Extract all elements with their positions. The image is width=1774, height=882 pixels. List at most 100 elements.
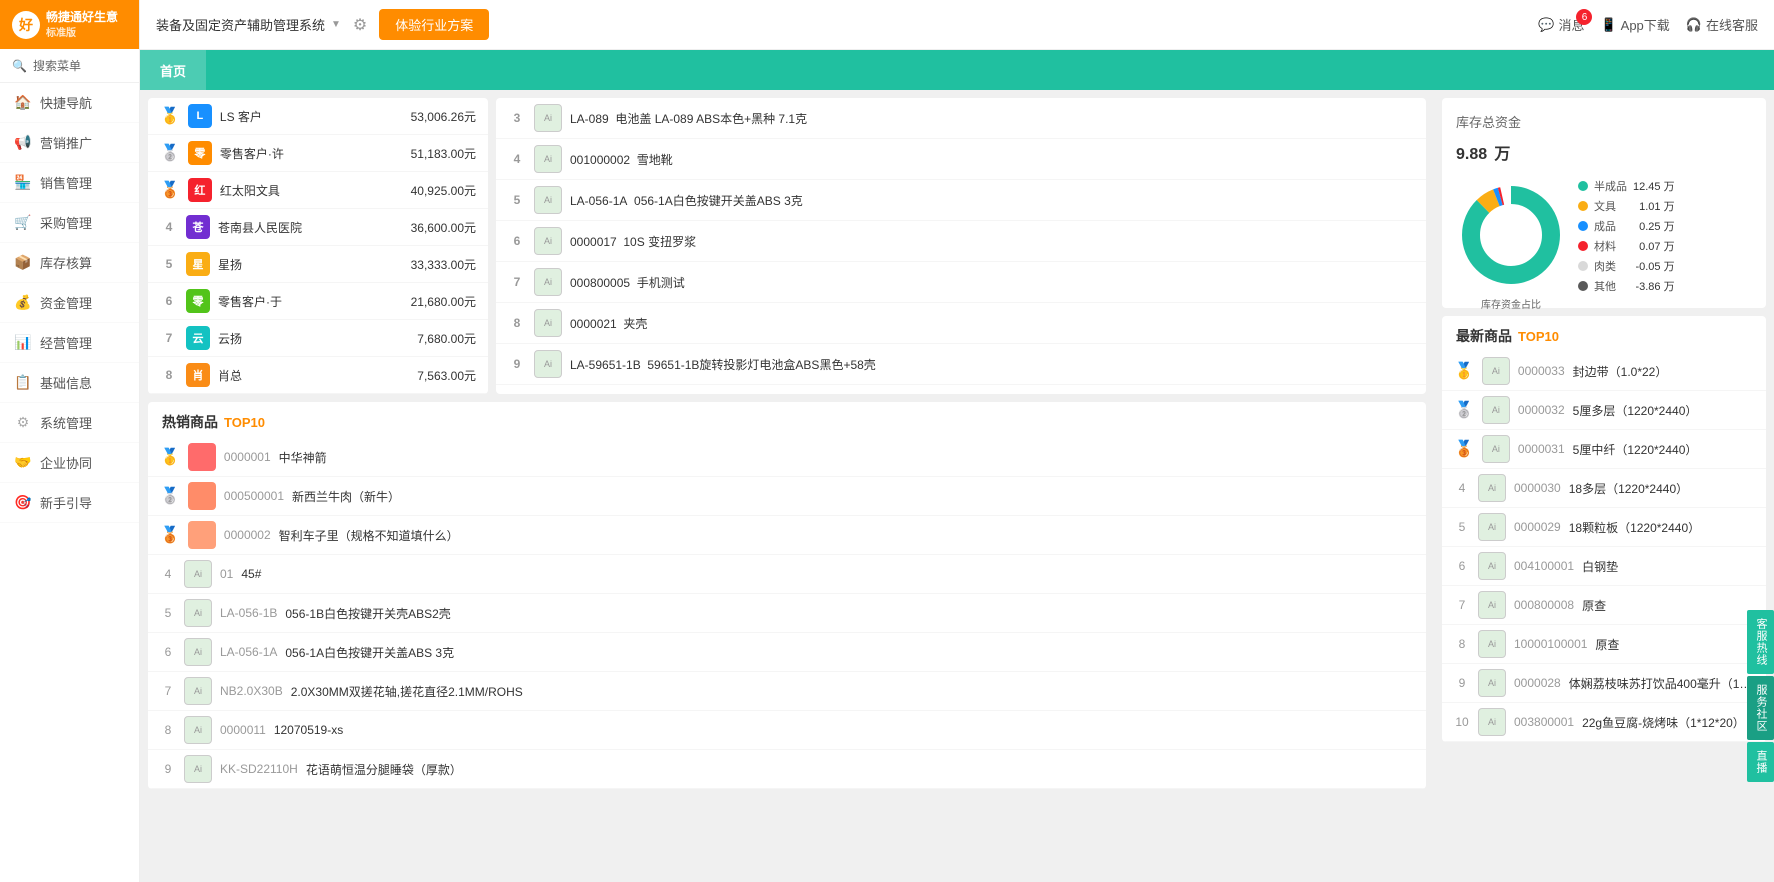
message-item[interactable]: 💬 消息 6 <box>1538 15 1584 34</box>
new-products-header: 最新商品 TOP10 <box>1442 316 1766 352</box>
legend-dot <box>1578 281 1588 291</box>
hot-rank-num: 9 <box>160 762 176 776</box>
product-scroll-panel: 3 Ai LA-089 电池盖 LA-089 ABS本色+黑种 7.1克 4 A… <box>496 98 1426 394</box>
new-prod-img: Ai <box>1482 357 1510 385</box>
main-container: 装备及固定资产辅助管理系统 ▼ ⚙ 体验行业方案 💬 消息 6 📱 App下载 … <box>140 0 1774 882</box>
app-download-item[interactable]: 📱 App下载 <box>1600 15 1669 34</box>
rank-name: 星扬 <box>218 256 403 273</box>
sidebar-item-basic-info[interactable]: 📋基础信息 <box>0 363 139 403</box>
hot-rank-medal: 🥈 <box>160 486 180 506</box>
settings-icon[interactable]: ⚙ <box>353 15 367 35</box>
sidebar-item-operations[interactable]: 📊经营管理 <box>0 323 139 363</box>
logo-icon: 好 <box>12 11 40 39</box>
sidebar-item-purchase[interactable]: 🛒 采购管理 <box>0 203 139 243</box>
new-prod-code: 0000028 <box>1514 676 1561 690</box>
nav-tabs: 首页 <box>140 50 1774 90</box>
rank-medal: 🥉 <box>160 180 180 200</box>
nav-icon-finance: 💰 <box>14 294 32 312</box>
new-prod-name: 5厘多层（1220*2440） <box>1573 402 1754 419</box>
rank-medal: 🥇 <box>160 106 180 126</box>
legend-item: 材料 0.07 万 <box>1578 238 1675 254</box>
tab-home[interactable]: 首页 <box>140 50 206 90</box>
new-prod-code: 004100001 <box>1514 559 1574 573</box>
new-product-row: 🥉 Ai 0000031 5厘中纤（1220*2440） <box>1442 430 1766 469</box>
rank-name: 苍南县人民医院 <box>218 219 403 236</box>
hot-rank-medal: 🥉 <box>160 525 180 545</box>
right-sidebar: 库存总资金 9.88 万 库存资金占比 <box>1434 90 1774 882</box>
nav-label-purchase: 采购管理 <box>40 213 92 232</box>
new-product-row: 9 Ai 0000028 体娴荔枝味苏打饮品400毫升（1*15） <box>1442 664 1766 703</box>
nav-icon-sales: 🏪 <box>14 174 32 192</box>
prod-img-placeholder: Ai <box>534 268 562 296</box>
hot-product-row: 6 Ai LA-056-1A 056-1A白色按键开关盖ABS 3克 <box>148 633 1426 672</box>
prod-name: 2.0X30MM双搓花轴,搓花直径2.1MM/ROHS <box>291 683 1414 700</box>
sidebar: 好 畅捷通好生意 标准版 🔍 搜索菜单 🏠快捷导航📢营销推广🏪销售管理🛒采购管理… <box>0 0 140 882</box>
new-rank-num: 6 <box>1454 559 1470 573</box>
sidebar-item-finance[interactable]: 💰资金管理 <box>0 283 139 323</box>
prod-code: NB2.0X30B <box>220 684 283 698</box>
prod-img <box>188 521 216 549</box>
prod-img <box>188 482 216 510</box>
nav-label-sales: 销售管理 <box>40 173 92 192</box>
prod-name: 12070519-xs <box>274 723 1414 737</box>
rank-num: 8 <box>160 368 178 382</box>
rank-avatar: 零 <box>186 289 210 313</box>
nav-icon-marketing: 📢 <box>14 134 32 152</box>
ranking-row: 6 零 零售客户·于 21,680.00元 <box>148 283 488 320</box>
main-area: 🥇 L LS 客户 53,006.26元 🥈 零 零售客户·许 51,183.0… <box>140 90 1434 882</box>
sidebar-search[interactable]: 🔍 搜索菜单 <box>0 49 139 83</box>
rank-amount: 21,680.00元 <box>411 293 476 310</box>
new-products-title: 最新商品 <box>1456 326 1512 346</box>
hot-product-row: 🥈 000500001 新西兰牛肉（新牛） <box>148 477 1426 516</box>
new-product-row: 5 Ai 0000029 18颗粒板（1220*2440） <box>1442 508 1766 547</box>
app-edition: 标准版 <box>46 24 118 39</box>
hot-rank-num: 6 <box>160 645 176 659</box>
sidebar-item-guide[interactable]: 🎯新手引导 <box>0 483 139 523</box>
ranking-row: 7 云 云扬 7,680.00元 <box>148 320 488 357</box>
sidebar-item-sales[interactable]: 🏪 销售管理 <box>0 163 139 203</box>
sidebar-item-marketing[interactable]: 📢营销推广 <box>0 123 139 163</box>
trial-button[interactable]: 体验行业方案 <box>379 9 489 40</box>
rank-name: 云扬 <box>218 330 409 347</box>
product-scroll-row: 6 Ai 0000017 10S 变扭罗浆 <box>496 221 1426 262</box>
legend-item: 成品 0.25 万 <box>1578 218 1675 234</box>
nav-icon-purchase: 🛒 <box>14 214 32 232</box>
sidebar-item-inventory[interactable]: 📦库存核算 <box>0 243 139 283</box>
message-badge: 6 <box>1576 9 1592 25</box>
legend-dot <box>1578 221 1588 231</box>
nav-label-enterprise: 企业协同 <box>40 453 92 472</box>
rank-amount: 36,600.00元 <box>411 219 476 236</box>
ranking-row: 🥇 L LS 客户 53,006.26元 <box>148 98 488 135</box>
legend-item: 其他 -3.86 万 <box>1578 278 1675 294</box>
inventory-panel: 库存总资金 9.88 万 库存资金占比 <box>1442 98 1766 308</box>
legend-value: 0.25 万 <box>1639 218 1674 234</box>
ranking-row: 5 星 星扬 33,333.00元 <box>148 246 488 283</box>
scroll-prod-name: 001000002 雪地靴 <box>570 151 1414 168</box>
sidebar-item-quick-nav[interactable]: 🏠快捷导航 <box>0 83 139 123</box>
nav-icon-inventory: 📦 <box>14 254 32 272</box>
hot-product-row: 9 Ai KK-SD22110H 花语萌恒温分腿睡袋（厚款） <box>148 750 1426 789</box>
legend-label: 文具 <box>1594 198 1633 214</box>
new-product-row: 🥇 Ai 0000033 封边带（1.0*22） <box>1442 352 1766 391</box>
hot-products-title: 热销商品 <box>162 412 218 432</box>
rank-avatar: 红 <box>188 178 212 202</box>
scroll-prod-name: LA-089 电池盖 LA-089 ABS本色+黑种 7.1克 <box>570 110 1414 127</box>
online-service-item[interactable]: 🎧 在线客服 <box>1686 15 1758 34</box>
new-product-row: 4 Ai 0000030 18多层（1220*2440） <box>1442 469 1766 508</box>
service-button[interactable]: 客服热线 <box>1747 610 1774 674</box>
new-prod-img: Ai <box>1478 630 1506 658</box>
new-prod-code: 000800008 <box>1514 598 1574 612</box>
message-icon: 💬 <box>1538 17 1554 33</box>
service-button[interactable]: 服务社区 <box>1747 676 1774 740</box>
hot-product-row: 4 Ai 01 45# <box>148 555 1426 594</box>
nav-icon-guide: 🎯 <box>14 494 32 512</box>
product-scroll-table: 3 Ai LA-089 电池盖 LA-089 ABS本色+黑种 7.1克 4 A… <box>496 98 1426 385</box>
prod-code: 0000011 <box>220 723 266 737</box>
new-rank-medal: 🥈 <box>1454 400 1474 420</box>
prod-code: 0000001 <box>224 450 271 464</box>
sidebar-item-enterprise[interactable]: 🤝企业协同 <box>0 443 139 483</box>
prod-img-placeholder: Ai <box>184 755 212 783</box>
topbar: 装备及固定资产辅助管理系统 ▼ ⚙ 体验行业方案 💬 消息 6 📱 App下载 … <box>140 0 1774 50</box>
service-button[interactable]: 直播 <box>1747 742 1774 782</box>
sidebar-item-system[interactable]: ⚙系统管理 <box>0 403 139 443</box>
